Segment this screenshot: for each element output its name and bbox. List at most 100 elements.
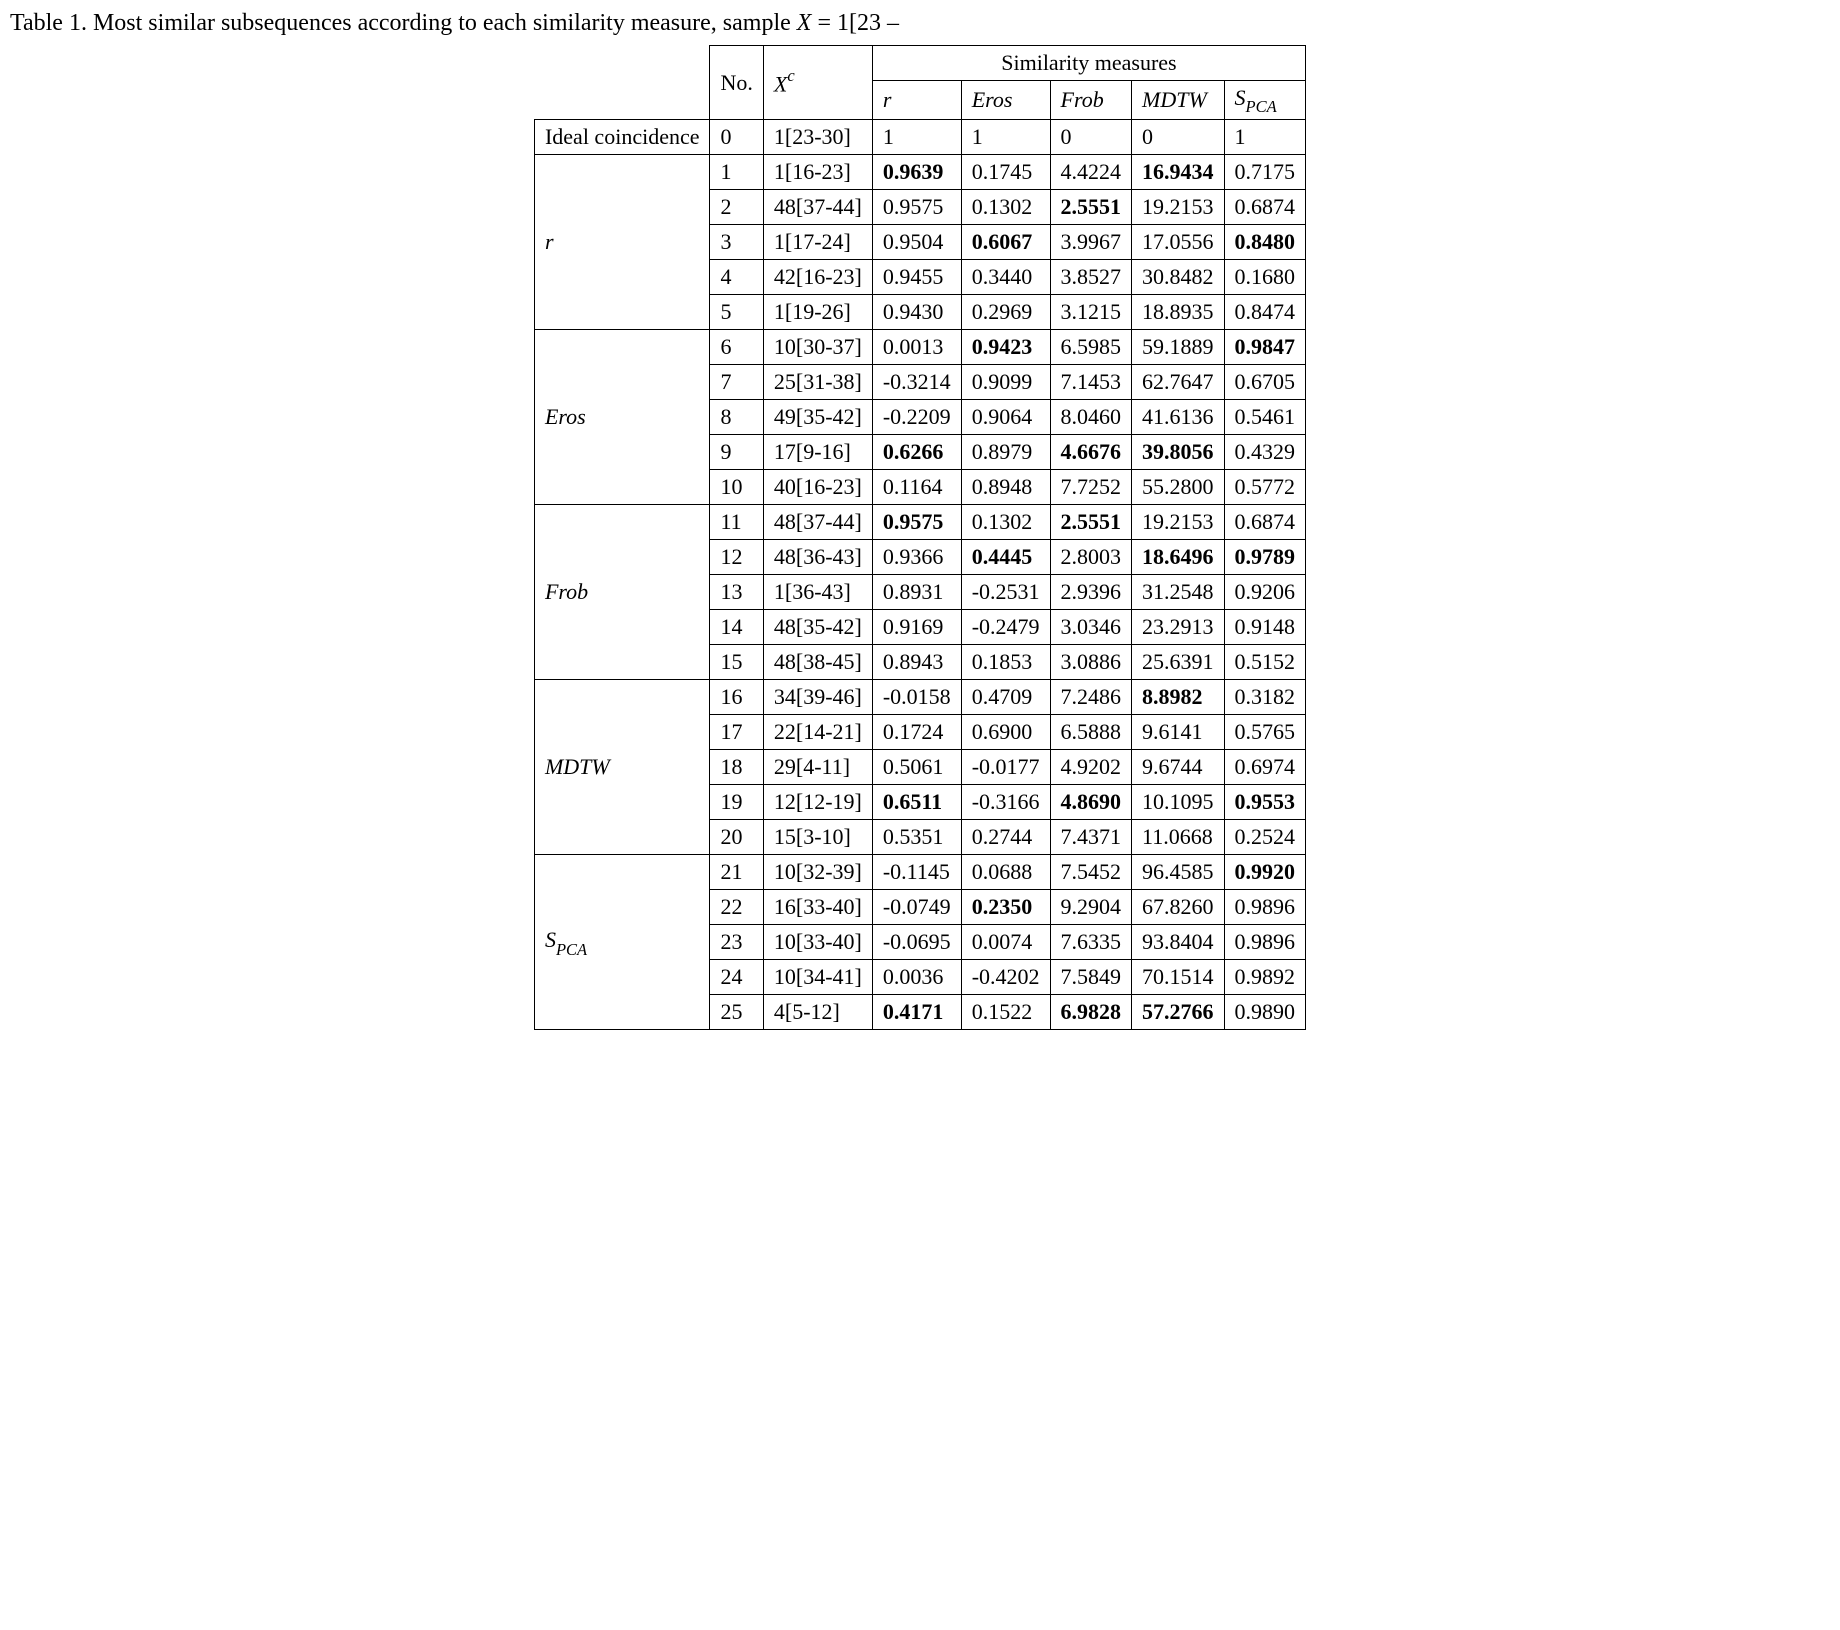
cell-eros: 0.9099 — [961, 365, 1050, 400]
cell-spca: 0.9890 — [1224, 995, 1306, 1030]
cell-no: 25 — [710, 995, 763, 1030]
ideal-row: Ideal coincidence01[23-30]11001 — [534, 120, 1305, 155]
cell-spca: 0.9920 — [1224, 855, 1306, 890]
table-caption: Table 1. Most similar subsequences accor… — [10, 10, 1830, 37]
cell-spca: 0.9892 — [1224, 960, 1306, 995]
cell-r: -0.1145 — [872, 855, 961, 890]
cell-r: 0.9430 — [872, 295, 961, 330]
cell-mdtw: 31.2548 — [1132, 575, 1225, 610]
caption-var: X — [797, 10, 812, 36]
cell-mdtw: 25.6391 — [1132, 645, 1225, 680]
cell-spca: 0.5152 — [1224, 645, 1306, 680]
cell-frob: 3.8527 — [1050, 260, 1132, 295]
cell-spca: 0.9896 — [1224, 925, 1306, 960]
ideal-eros: 1 — [961, 120, 1050, 155]
group-label: r — [534, 155, 710, 330]
cell-no: 12 — [710, 540, 763, 575]
cell-frob: 6.5888 — [1050, 715, 1132, 750]
cell-xc: 22[14-21] — [763, 715, 872, 750]
caption-suffix: = 1[23 – — [811, 10, 899, 36]
cell-frob: 4.6676 — [1050, 435, 1132, 470]
cell-no: 8 — [710, 400, 763, 435]
cell-eros: 0.9064 — [961, 400, 1050, 435]
table-row: Frob1148[37-44]0.95750.13022.555119.2153… — [534, 505, 1305, 540]
cell-no: 15 — [710, 645, 763, 680]
cell-xc: 49[35-42] — [763, 400, 872, 435]
cell-eros: -0.2531 — [961, 575, 1050, 610]
cell-no: 10 — [710, 470, 763, 505]
cell-xc: 48[37-44] — [763, 190, 872, 225]
cell-no: 21 — [710, 855, 763, 890]
cell-frob: 4.8690 — [1050, 785, 1132, 820]
header-mdtw: MDTW — [1132, 81, 1225, 120]
cell-r: 0.5061 — [872, 750, 961, 785]
cell-mdtw: 23.2913 — [1132, 610, 1225, 645]
cell-mdtw: 70.1514 — [1132, 960, 1225, 995]
group-label: Frob — [534, 505, 710, 680]
cell-r: -0.0749 — [872, 890, 961, 925]
cell-no: 17 — [710, 715, 763, 750]
cell-no: 14 — [710, 610, 763, 645]
cell-frob: 2.9396 — [1050, 575, 1132, 610]
cell-no: 7 — [710, 365, 763, 400]
table-row: SPCA2110[32-39]-0.11450.06887.545296.458… — [534, 855, 1305, 890]
cell-frob: 6.5985 — [1050, 330, 1132, 365]
cell-no: 20 — [710, 820, 763, 855]
cell-mdtw: 11.0668 — [1132, 820, 1225, 855]
cell-r: 0.6266 — [872, 435, 961, 470]
cell-r: 0.9366 — [872, 540, 961, 575]
cell-frob: 2.5551 — [1050, 190, 1132, 225]
cell-frob: 8.0460 — [1050, 400, 1132, 435]
cell-no: 18 — [710, 750, 763, 785]
cell-no: 2 — [710, 190, 763, 225]
header-spca: SPCA — [1224, 81, 1306, 120]
cell-mdtw: 10.1095 — [1132, 785, 1225, 820]
ideal-xc: 1[23-30] — [763, 120, 872, 155]
cell-xc: 48[38-45] — [763, 645, 872, 680]
cell-xc: 48[35-42] — [763, 610, 872, 645]
cell-mdtw: 57.2766 — [1132, 995, 1225, 1030]
header-no: No. — [710, 46, 763, 120]
cell-mdtw: 8.8982 — [1132, 680, 1225, 715]
cell-xc: 25[31-38] — [763, 365, 872, 400]
cell-spca: 0.5461 — [1224, 400, 1306, 435]
cell-xc: 1[36-43] — [763, 575, 872, 610]
cell-xc: 10[34-41] — [763, 960, 872, 995]
cell-frob: 2.8003 — [1050, 540, 1132, 575]
header-xc: Xc — [763, 46, 872, 120]
cell-spca: 0.6705 — [1224, 365, 1306, 400]
ideal-spca: 1 — [1224, 120, 1306, 155]
cell-eros: 0.8979 — [961, 435, 1050, 470]
header-blank — [534, 46, 710, 120]
cell-spca: 0.9847 — [1224, 330, 1306, 365]
cell-spca: 0.8474 — [1224, 295, 1306, 330]
cell-spca: 0.9206 — [1224, 575, 1306, 610]
cell-xc: 4[5-12] — [763, 995, 872, 1030]
cell-eros: 0.9423 — [961, 330, 1050, 365]
cell-spca: 0.3182 — [1224, 680, 1306, 715]
cell-r: 0.1724 — [872, 715, 961, 750]
cell-r: 0.9575 — [872, 190, 961, 225]
cell-r: 0.9575 — [872, 505, 961, 540]
table-row: r11[16-23]0.96390.17454.422416.94340.717… — [534, 155, 1305, 190]
cell-eros: 0.1302 — [961, 505, 1050, 540]
cell-mdtw: 19.2153 — [1132, 190, 1225, 225]
cell-mdtw: 93.8404 — [1132, 925, 1225, 960]
cell-no: 16 — [710, 680, 763, 715]
cell-spca: 0.9148 — [1224, 610, 1306, 645]
cell-r: 0.0036 — [872, 960, 961, 995]
cell-frob: 7.1453 — [1050, 365, 1132, 400]
cell-xc: 10[32-39] — [763, 855, 872, 890]
cell-mdtw: 62.7647 — [1132, 365, 1225, 400]
cell-frob: 7.7252 — [1050, 470, 1132, 505]
cell-no: 13 — [710, 575, 763, 610]
cell-eros: 0.6067 — [961, 225, 1050, 260]
ideal-label: Ideal coincidence — [534, 120, 710, 155]
cell-mdtw: 59.1889 — [1132, 330, 1225, 365]
header-row-1: No. Xc Similarity measures — [534, 46, 1305, 81]
cell-eros: 0.0688 — [961, 855, 1050, 890]
cell-mdtw: 9.6141 — [1132, 715, 1225, 750]
cell-no: 9 — [710, 435, 763, 470]
caption-prefix: Table 1. Most similar subsequences accor… — [10, 10, 797, 36]
cell-r: -0.0695 — [872, 925, 961, 960]
